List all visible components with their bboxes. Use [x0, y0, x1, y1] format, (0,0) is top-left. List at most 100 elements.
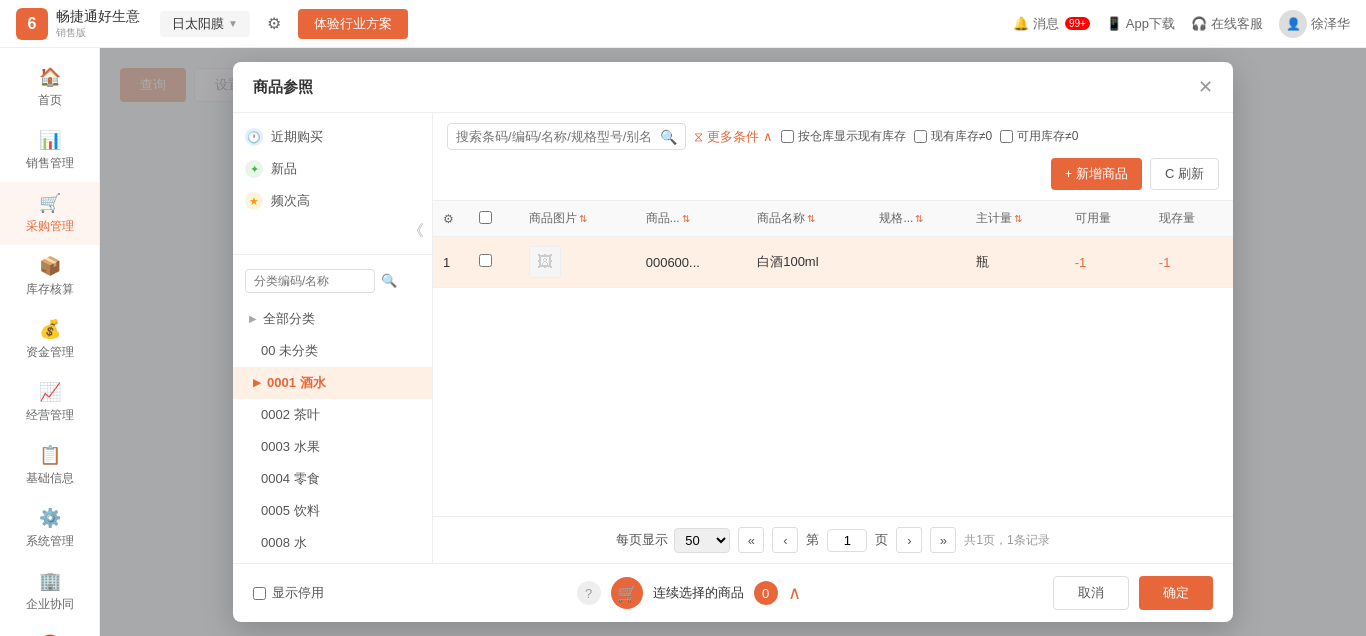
more-filter-btn[interactable]: ⧖ 更多条件 ∧	[694, 128, 773, 146]
checkbox-warehouse-input[interactable]	[781, 130, 794, 143]
product-search-input[interactable]	[456, 124, 656, 149]
settings-gear-icon[interactable]: ⚙	[443, 212, 454, 226]
sales-icon: 📊	[39, 129, 61, 151]
modal-body: 🕐 近期购买 ✦ 新品 ★ 频次高 《	[233, 113, 1233, 563]
cell-stock: -1	[1149, 237, 1233, 288]
service-btn[interactable]: 🎧 在线客服	[1191, 15, 1263, 33]
sort-image[interactable]: 商品图片 ⇅	[529, 210, 626, 227]
first-page-btn[interactable]: «	[738, 527, 764, 553]
sidebar-item-enterprise[interactable]: 🏢 企业协同	[0, 560, 99, 623]
show-disabled-label: 显示停用	[272, 584, 324, 602]
sidebar-item-home[interactable]: 🏠 首页	[0, 56, 99, 119]
settings-icon[interactable]: ⚙	[258, 8, 290, 40]
sidebar-item-inventory[interactable]: 📦 库存核算	[0, 245, 99, 308]
checkbox-available-nonzero[interactable]: 可用库存≠0	[1000, 128, 1078, 145]
footer-mid: ? 🛒 连续选择的商品 0 ∧	[577, 577, 801, 609]
main-area: 查询 设置 刷新 商品参照 ✕ 🕐	[100, 48, 1366, 636]
store-name: 日太阳膜	[172, 15, 224, 33]
cell-checkbox	[469, 237, 519, 288]
logo-icon: 6	[16, 8, 48, 40]
cat-item-uncategorized[interactable]: 00 未分类	[233, 335, 432, 367]
sidebar-item-operation[interactable]: 📈 经营管理	[0, 371, 99, 434]
sort-spec[interactable]: 规格... ⇅	[879, 210, 955, 227]
notice-icon: 🔔	[1013, 16, 1029, 31]
user-name: 徐泽华	[1311, 15, 1350, 33]
sidebar-item-sales[interactable]: 📊 销售管理	[0, 119, 99, 182]
quick-item-frequent[interactable]: ★ 频次高	[233, 185, 432, 217]
checkbox-stock-nonzero[interactable]: 现有库存≠0	[914, 128, 992, 145]
cell-code: 000600...	[636, 237, 747, 288]
user-profile[interactable]: 👤 徐泽华	[1279, 10, 1350, 38]
table-row[interactable]: 1 🖼	[433, 237, 1233, 288]
cat-label-0003: 0003 水果	[261, 438, 320, 456]
show-disabled-check[interactable]: 显示停用	[253, 584, 324, 602]
cat-item-0002[interactable]: 0002 茶叶	[233, 399, 432, 431]
fold-btn[interactable]: ∧	[788, 582, 801, 604]
cat-item-0004[interactable]: 0004 零食	[233, 463, 432, 495]
trial-btn[interactable]: 体验行业方案	[298, 9, 408, 39]
app-download-btn[interactable]: 📱 App下载	[1106, 15, 1175, 33]
cell-name: 白酒100ml	[747, 237, 869, 288]
sidebar-item-guide[interactable]: 🎯 新手引导	[0, 623, 99, 636]
quick-label-frequent: 频次高	[271, 192, 310, 210]
prev-page-btn[interactable]: ‹	[772, 527, 798, 553]
notice-btn[interactable]: 🔔 消息 99+	[1013, 15, 1090, 33]
checkbox-stock-nonzero-input[interactable]	[914, 130, 927, 143]
row-checkbox[interactable]	[479, 254, 492, 267]
sidebar-item-finance[interactable]: 💰 资金管理	[0, 308, 99, 371]
page-input[interactable]	[827, 529, 867, 552]
quick-item-new[interactable]: ✦ 新品	[233, 153, 432, 185]
cancel-btn[interactable]: 取消	[1053, 576, 1129, 610]
cat-item-0003[interactable]: 0003 水果	[233, 431, 432, 463]
last-page-btn[interactable]: »	[930, 527, 956, 553]
cat-item-0005[interactable]: 0005 饮料	[233, 495, 432, 527]
help-icon[interactable]: ?	[577, 581, 601, 605]
collapse-btn[interactable]: 《	[233, 217, 432, 246]
checkbox-warehouse[interactable]: 按仓库显示现有库存	[781, 128, 906, 145]
sort-unit[interactable]: 主计量 ⇅	[976, 210, 1055, 227]
sidebar-label-sales: 销售管理	[26, 155, 74, 172]
th-image: 商品图片 ⇅	[519, 201, 636, 237]
cart-btn[interactable]: 🛒	[611, 577, 643, 609]
cat-label-00: 00 未分类	[261, 342, 318, 360]
cat-item-0008[interactable]: 0008 水	[233, 527, 432, 555]
clock-icon: 🕐	[245, 128, 263, 146]
show-disabled-checkbox[interactable]	[253, 587, 266, 600]
cell-num: 1	[433, 237, 469, 288]
sidebar-item-system[interactable]: ⚙️ 系统管理	[0, 497, 99, 560]
cat-item-0001[interactable]: ▶ 0001 酒水	[233, 367, 432, 399]
sort-code[interactable]: 商品... ⇅	[646, 210, 737, 227]
cell-unit: 瓶	[966, 237, 1065, 288]
product-search-icon[interactable]: 🔍	[660, 129, 677, 145]
add-product-btn[interactable]: + 新增商品	[1051, 158, 1142, 190]
sort-name[interactable]: 商品名称 ⇅	[757, 210, 859, 227]
next-page-btn[interactable]: ›	[896, 527, 922, 553]
notice-badge: 99+	[1065, 17, 1090, 30]
store-selector[interactable]: 日太阳膜 ▼	[160, 11, 250, 37]
sidebar-label-inventory: 库存核算	[26, 281, 74, 298]
modal-close-icon[interactable]: ✕	[1198, 76, 1213, 98]
layout: 🏠 首页 📊 销售管理 🛒 采购管理 📦 库存核算 💰 资金管理 📈 经营管理 …	[0, 48, 1366, 636]
checkbox-available-nonzero-input[interactable]	[1000, 130, 1013, 143]
sort-image-icon: ⇅	[579, 213, 587, 224]
inventory-icon: 📦	[39, 255, 61, 277]
refresh-btn[interactable]: C 刷新	[1150, 158, 1219, 190]
table-header-row: ⚙ 商品图片 ⇅	[433, 201, 1233, 237]
category-search-input[interactable]	[245, 269, 375, 293]
quick-item-recent[interactable]: 🕐 近期购买	[233, 121, 432, 153]
modal-footer: 显示停用 ? 🛒 连续选择的商品 0 ∧ 取消 确定	[233, 563, 1233, 622]
sidebar-label-purchase: 采购管理	[26, 218, 74, 235]
purchase-icon: 🛒	[39, 192, 61, 214]
pagination: 每页显示 10 20 50 100 « ‹ 第	[433, 516, 1233, 563]
page-size-select[interactable]: 10 20 50 100	[674, 528, 730, 553]
category-search-row: 🔍	[233, 263, 432, 299]
cat-item-all[interactable]: ▶ 全部分类	[233, 303, 432, 335]
sidebar-item-purchase[interactable]: 🛒 采购管理	[0, 182, 99, 245]
sidebar-item-basic[interactable]: 📋 基础信息	[0, 434, 99, 497]
cart-label: 连续选择的商品	[653, 584, 744, 602]
app-icon: 📱	[1106, 16, 1122, 31]
select-all-checkbox[interactable]	[479, 211, 492, 224]
confirm-btn[interactable]: 确定	[1139, 576, 1213, 610]
filter-icon: ⧖	[694, 129, 703, 145]
category-search-icon[interactable]: 🔍	[381, 273, 397, 288]
